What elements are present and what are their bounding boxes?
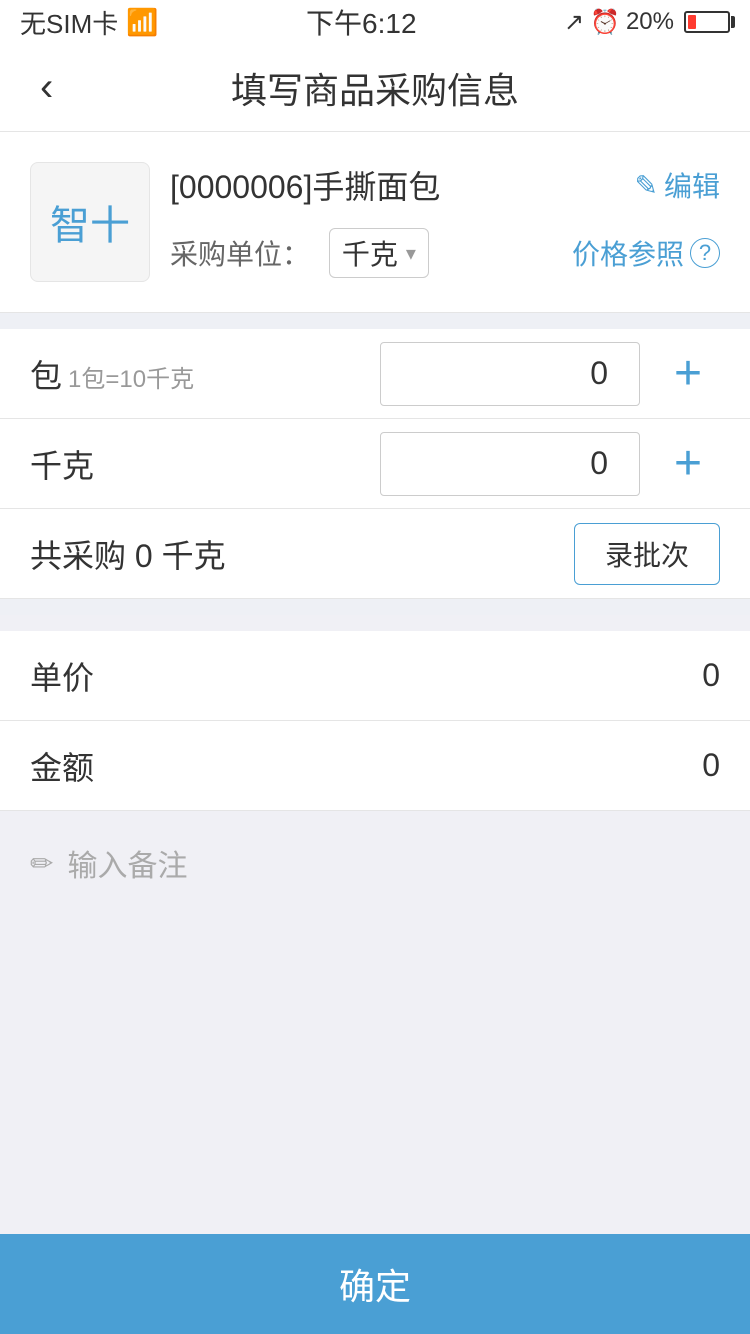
total-text: 共采购 0 千克 <box>30 531 226 577</box>
unit-price-row: 单价 0 <box>0 631 750 721</box>
confirm-button-label: 确定 <box>339 1258 411 1310</box>
kg-input-wrap: + <box>190 432 720 496</box>
product-name-row: [0000006]手撕面包 ✎ 编辑 <box>170 162 720 208</box>
amount-value: 0 <box>702 747 720 784</box>
dropdown-arrow-icon: ▾ <box>406 241 416 266</box>
kg-input-row: 千克 + <box>0 419 750 509</box>
location-icon: ↗ <box>564 8 584 37</box>
edit-icon: ✎ <box>635 169 658 202</box>
price-ref-label: 价格参照 <box>572 233 684 273</box>
confirm-button[interactable]: 确定 <box>0 1234 750 1334</box>
remark-placeholder: ✏ 输入备注 <box>30 841 720 885</box>
unit-selector[interactable]: 千克 ▾ <box>329 228 429 278</box>
remark-placeholder-text: 输入备注 <box>67 841 187 885</box>
status-left: 无SIM卡 📶 <box>20 4 159 41</box>
unit-value: 千克 <box>342 233 398 273</box>
purchase-unit-group: 采购单位： 千克 ▾ <box>170 228 429 278</box>
alarm-icon: ⏰ <box>590 8 620 37</box>
record-batch-button[interactable]: 录批次 <box>574 523 720 585</box>
purchase-unit-row: 采购单位： 千克 ▾ 价格参照 ? <box>170 228 720 278</box>
nav-bar: ‹ 填写商品采购信息 <box>0 44 750 132</box>
amount-label: 金额 <box>30 743 94 789</box>
bag-plus-button[interactable]: + <box>656 342 720 406</box>
total-row: 共采购 0 千克 录批次 <box>0 509 750 599</box>
back-button[interactable]: ‹ <box>30 55 63 120</box>
product-card: 智十 [0000006]手撕面包 ✎ 编辑 采购单位： 千克 ▾ 价格参照 ? <box>0 132 750 313</box>
unit-price-value: 0 <box>702 657 720 694</box>
battery-fill <box>688 15 696 29</box>
bag-input-row: 包1包=10千克 + <box>0 329 750 419</box>
bag-input-wrap: + <box>194 342 720 406</box>
product-info: [0000006]手撕面包 ✎ 编辑 采购单位： 千克 ▾ 价格参照 ? <box>170 162 720 278</box>
edit-button[interactable]: ✎ 编辑 <box>635 165 720 205</box>
status-bar: 无SIM卡 📶 下午6:12 ↗ ⏰ 20% <box>0 0 750 44</box>
status-right: ↗ ⏰ 20% <box>564 8 730 37</box>
kg-plus-button[interactable]: + <box>656 432 720 496</box>
bag-label: 包1包=10千克 <box>30 351 194 397</box>
price-ref-icon: ? <box>690 238 720 268</box>
page-title: 填写商品采购信息 <box>231 62 519 114</box>
section-separator-2 <box>0 599 750 615</box>
product-image: 智十 <box>30 162 150 282</box>
input-section: 包1包=10千克 + 千克 + <box>0 329 750 509</box>
info-section: 单价 0 金额 0 <box>0 631 750 811</box>
pencil-icon: ✏ <box>30 847 53 880</box>
wifi-icon: 📶 <box>126 7 158 38</box>
section-separator-1 <box>0 313 750 329</box>
product-name: [0000006]手撕面包 <box>170 162 440 208</box>
kg-label: 千克 <box>30 441 190 487</box>
battery-icon <box>684 11 730 33</box>
unit-price-label: 单价 <box>30 653 94 699</box>
carrier-text: 无SIM卡 <box>20 4 118 41</box>
amount-row: 金额 0 <box>0 721 750 811</box>
bottom-spacer <box>0 1031 750 1131</box>
product-image-text: 智十 <box>50 193 130 251</box>
remark-section[interactable]: ✏ 输入备注 <box>0 811 750 1031</box>
bag-quantity-input[interactable] <box>380 342 640 406</box>
status-time: 下午6:12 <box>306 2 417 42</box>
price-ref-button[interactable]: 价格参照 ? <box>572 233 720 273</box>
edit-label: 编辑 <box>664 165 720 205</box>
battery-percent: 20% <box>626 8 674 36</box>
kg-quantity-input[interactable] <box>380 432 640 496</box>
purchase-unit-label: 采购单位： <box>170 239 310 270</box>
bag-sublabel: 1包=10千克 <box>68 366 194 393</box>
